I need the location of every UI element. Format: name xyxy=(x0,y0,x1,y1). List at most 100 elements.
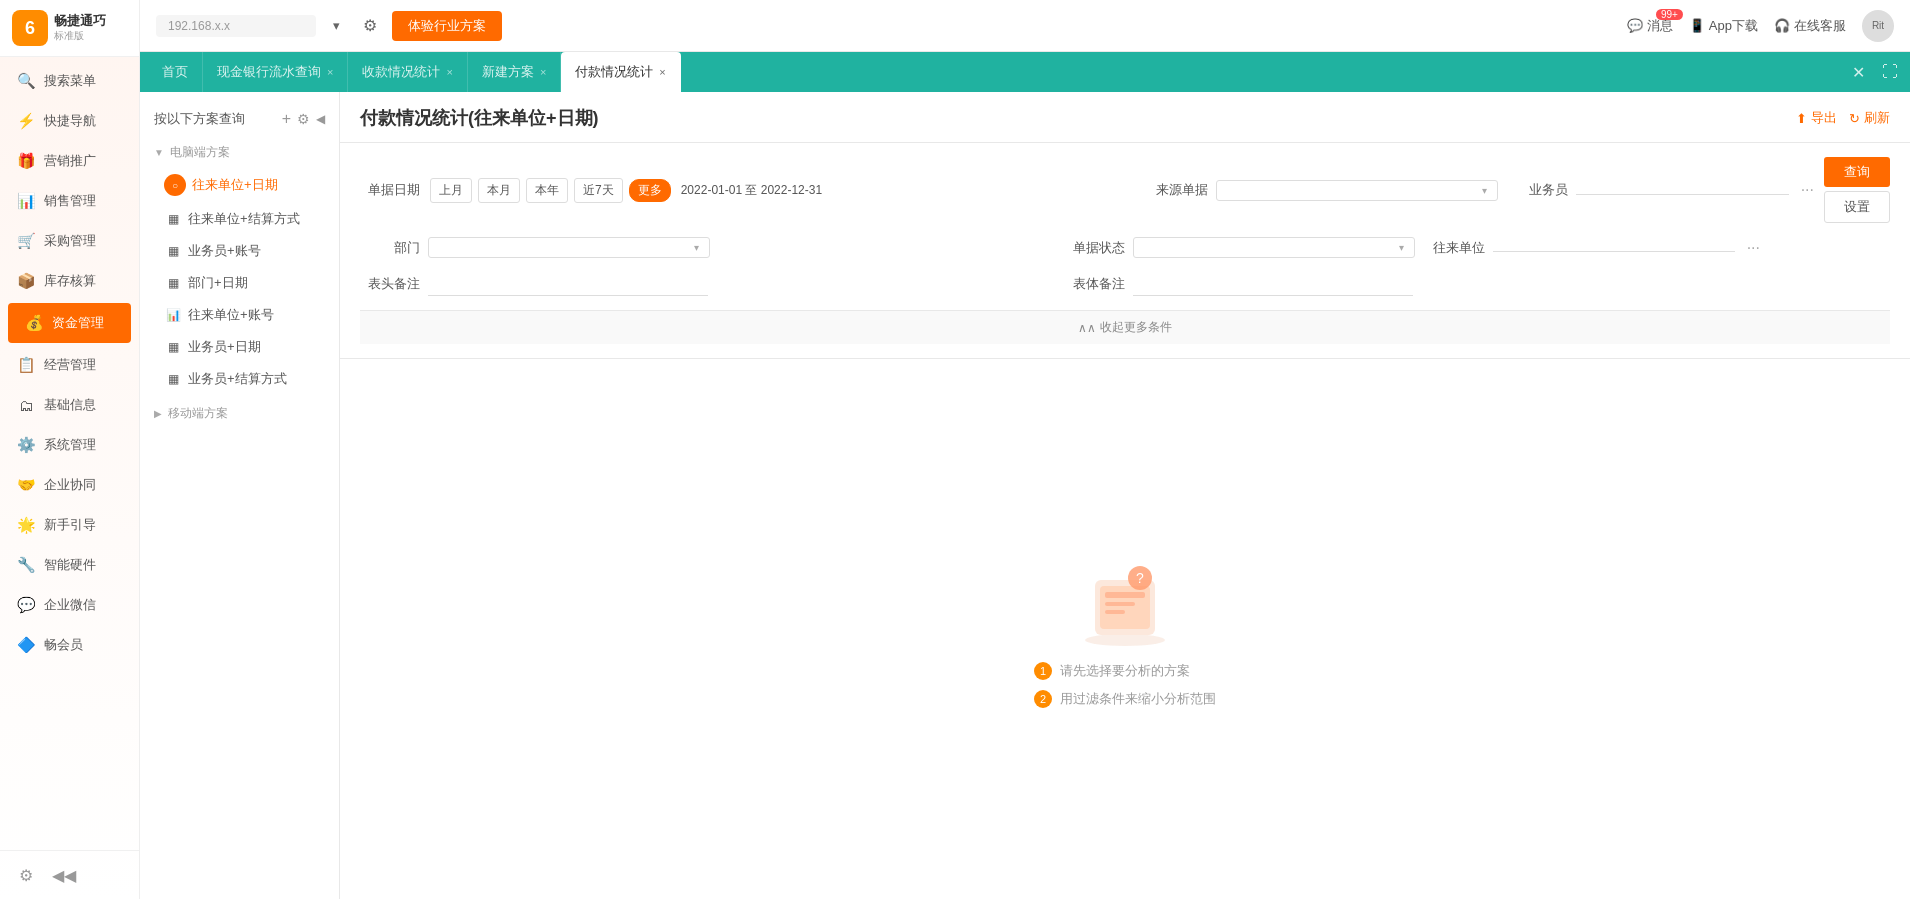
source-select[interactable]: ▾ xyxy=(1216,180,1498,201)
trial-button[interactable]: 体验行业方案 xyxy=(392,11,502,41)
scheme-settings-icon[interactable]: ⚙ xyxy=(297,111,310,127)
nav-icon-hardware: 🔧 xyxy=(16,555,36,575)
partner-more-icon[interactable]: ··· xyxy=(1747,239,1760,257)
close-all-tabs-icon[interactable]: ✕ xyxy=(1846,60,1870,84)
expand-tab-icon[interactable]: ⛶ xyxy=(1878,60,1902,84)
nav-label-quick-nav: 快捷导航 xyxy=(44,112,96,130)
page-title: 付款情况统计(往来单位+日期) xyxy=(360,106,599,130)
sidebar-item-search-menu[interactable]: 🔍搜索菜单 xyxy=(0,61,139,101)
date-btn-last-month[interactable]: 上月 xyxy=(430,178,472,203)
panel-item-partner-account[interactable]: 📊往来单位+账号 xyxy=(140,299,339,331)
sidebar-item-guide[interactable]: 🌟新手引导 xyxy=(0,505,139,545)
export-button[interactable]: ⬆ 导出 xyxy=(1796,109,1837,127)
sidebar: 6 畅捷通巧 标准版 🔍搜索菜单⚡快捷导航🎁营销推广📊销售管理🛒采购管理📦库存核… xyxy=(0,0,140,899)
tab-close-payment[interactable]: × xyxy=(659,66,665,78)
nav-icon-funds: 💰 xyxy=(24,313,44,333)
nav-label-sales: 销售管理 xyxy=(44,192,96,210)
tab-new-scheme[interactable]: 新建方案× xyxy=(468,52,561,92)
partner-label: 往来单位 xyxy=(1425,239,1485,257)
table-header-note-block: 表头备注 xyxy=(360,272,710,296)
sidebar-item-marketing[interactable]: 🎁营销推广 xyxy=(0,141,139,181)
sidebar-item-member[interactable]: 🔷畅会员 xyxy=(0,625,139,665)
settings-button[interactable]: 设置 xyxy=(1824,191,1890,223)
dept-select[interactable]: ▾ xyxy=(428,237,710,258)
right-area: 付款情况统计(往来单位+日期) ⬆ 导出 ↻ 刷新 单据日期 xyxy=(340,92,1910,899)
message-button[interactable]: 💬 消息 99+ xyxy=(1627,17,1673,35)
sidebar-item-hardware[interactable]: 🔧智能硬件 xyxy=(0,545,139,585)
panel-item-label-partner-settlement: 往来单位+结算方式 xyxy=(188,210,300,228)
refresh-button[interactable]: ↻ 刷新 xyxy=(1849,109,1890,127)
sidebar-item-system[interactable]: ⚙️系统管理 xyxy=(0,425,139,465)
sidebar-item-operations[interactable]: 📋经营管理 xyxy=(0,345,139,385)
sidebar-item-funds[interactable]: 💰 资金管理 xyxy=(8,303,131,343)
topbar-left: 192.168.x.x ▾ ⚙ 体验行业方案 xyxy=(156,11,1615,41)
tab-label-payment: 付款情况统计 xyxy=(575,63,653,81)
sidebar-item-inventory[interactable]: 📦库存核算 xyxy=(0,261,139,301)
tab-receipt[interactable]: 收款情况统计× xyxy=(348,52,467,92)
nav-label-member: 畅会员 xyxy=(44,636,83,654)
table-body-note-input[interactable] xyxy=(1133,272,1413,296)
sidebar-item-sales[interactable]: 📊销售管理 xyxy=(0,181,139,221)
tab-close-receipt[interactable]: × xyxy=(446,66,452,78)
user-avatar[interactable]: Rit xyxy=(1862,10,1894,42)
page-actions: ⬆ 导出 ↻ 刷新 xyxy=(1796,109,1890,127)
tab-home[interactable]: 首页 xyxy=(148,52,203,92)
item-icon-salesman-settlement: ▦ xyxy=(164,370,182,388)
app-download-button[interactable]: 📱 App下载 xyxy=(1689,17,1758,35)
empty-state: ? 1 请先选择要分析的方案 2 用过滤条件来缩小分析范围 xyxy=(340,359,1910,899)
status-select[interactable]: ▾ xyxy=(1133,237,1415,258)
nav-icon-system: ⚙️ xyxy=(16,435,36,455)
panel-item-partner-date[interactable]: ○往来单位+日期 xyxy=(140,167,339,203)
sidebar-item-basic[interactable]: 🗂基础信息 xyxy=(0,385,139,425)
panel-item-label-salesman-date: 业务员+日期 xyxy=(188,338,261,356)
sidebar-item-enterprise[interactable]: 🤝企业协同 xyxy=(0,465,139,505)
left-panel-title: 按以下方案查询 xyxy=(154,110,245,128)
nav-label-funds: 资金管理 xyxy=(52,314,104,332)
panel-item-salesman-date[interactable]: ▦业务员+日期 xyxy=(140,331,339,363)
nav-icon-guide: 🌟 xyxy=(16,515,36,535)
date-btn-this-month[interactable]: 本月 xyxy=(478,178,520,203)
partner-filter-block: 往来单位 ··· xyxy=(1425,239,1760,257)
add-scheme-icon[interactable]: + xyxy=(282,110,291,128)
nav-icon-enterprise: 🤝 xyxy=(16,475,36,495)
topbar-gear-icon[interactable]: ⚙ xyxy=(356,12,384,40)
service-button[interactable]: 🎧 在线客服 xyxy=(1774,17,1846,35)
app-label: App下载 xyxy=(1709,17,1758,35)
hint-num-1: 1 xyxy=(1034,662,1052,680)
panel-item-partner-settlement[interactable]: ▦往来单位+结算方式 xyxy=(140,203,339,235)
nav-icon-search-menu: 🔍 xyxy=(16,71,36,91)
nav-label-purchase: 采购管理 xyxy=(44,232,96,250)
panel-item-dept-date[interactable]: ▦部门+日期 xyxy=(140,267,339,299)
collapse-sidebar-icon[interactable]: ◀◀ xyxy=(50,861,78,889)
panel-item-label-salesman-settlement: 业务员+结算方式 xyxy=(188,370,287,388)
sidebar-item-purchase[interactable]: 🛒采购管理 xyxy=(0,221,139,261)
panel-item-salesman-settlement[interactable]: ▦ 业务员+结算方式 xyxy=(140,363,339,395)
date-group: 上月 本月 本年 近7天 更多 2022-01-01 至 2022-12-31 xyxy=(430,178,822,203)
arrow-desktop: ▼ xyxy=(154,147,164,158)
collapse-label: 收起更多条件 xyxy=(1100,319,1172,336)
collapse-panel-icon[interactable]: ◀ xyxy=(316,112,325,126)
sidebar-item-quick-nav[interactable]: ⚡快捷导航 xyxy=(0,101,139,141)
tab-close-new-scheme[interactable]: × xyxy=(540,66,546,78)
panel-section-header-desktop[interactable]: ▼电脑端方案 xyxy=(140,138,339,167)
date-btn-7days[interactable]: 近7天 xyxy=(574,178,623,203)
salesman-label: 业务员 xyxy=(1508,181,1568,199)
message-icon: 💬 xyxy=(1627,18,1643,33)
tab-close-bank[interactable]: × xyxy=(327,66,333,78)
tab-payment[interactable]: 付款情况统计 × xyxy=(561,52,680,92)
panel-section-header-mobile[interactable]: ▶移动端方案 xyxy=(140,399,339,428)
salesman-more-icon[interactable]: ··· xyxy=(1801,181,1814,199)
nav-label-basic: 基础信息 xyxy=(44,396,96,414)
nav-label-wechat: 企业微信 xyxy=(44,596,96,614)
date-btn-this-year[interactable]: 本年 xyxy=(526,178,568,203)
table-header-note-input[interactable] xyxy=(428,272,708,296)
topbar-dropdown-icon[interactable]: ▾ xyxy=(324,14,348,38)
sidebar-item-wechat[interactable]: 💬企业微信 xyxy=(0,585,139,625)
panel-item-label-partner-date: 往来单位+日期 xyxy=(192,176,278,194)
query-button[interactable]: 查询 xyxy=(1824,157,1890,187)
date-btn-more[interactable]: 更多 xyxy=(629,179,671,202)
settings-bottom-icon[interactable]: ⚙ xyxy=(12,861,40,889)
collapse-bar[interactable]: ∧∧ 收起更多条件 xyxy=(360,310,1890,344)
panel-item-salesman-account[interactable]: ▦业务员+账号 xyxy=(140,235,339,267)
tab-bank[interactable]: 现金银行流水查询× xyxy=(203,52,348,92)
